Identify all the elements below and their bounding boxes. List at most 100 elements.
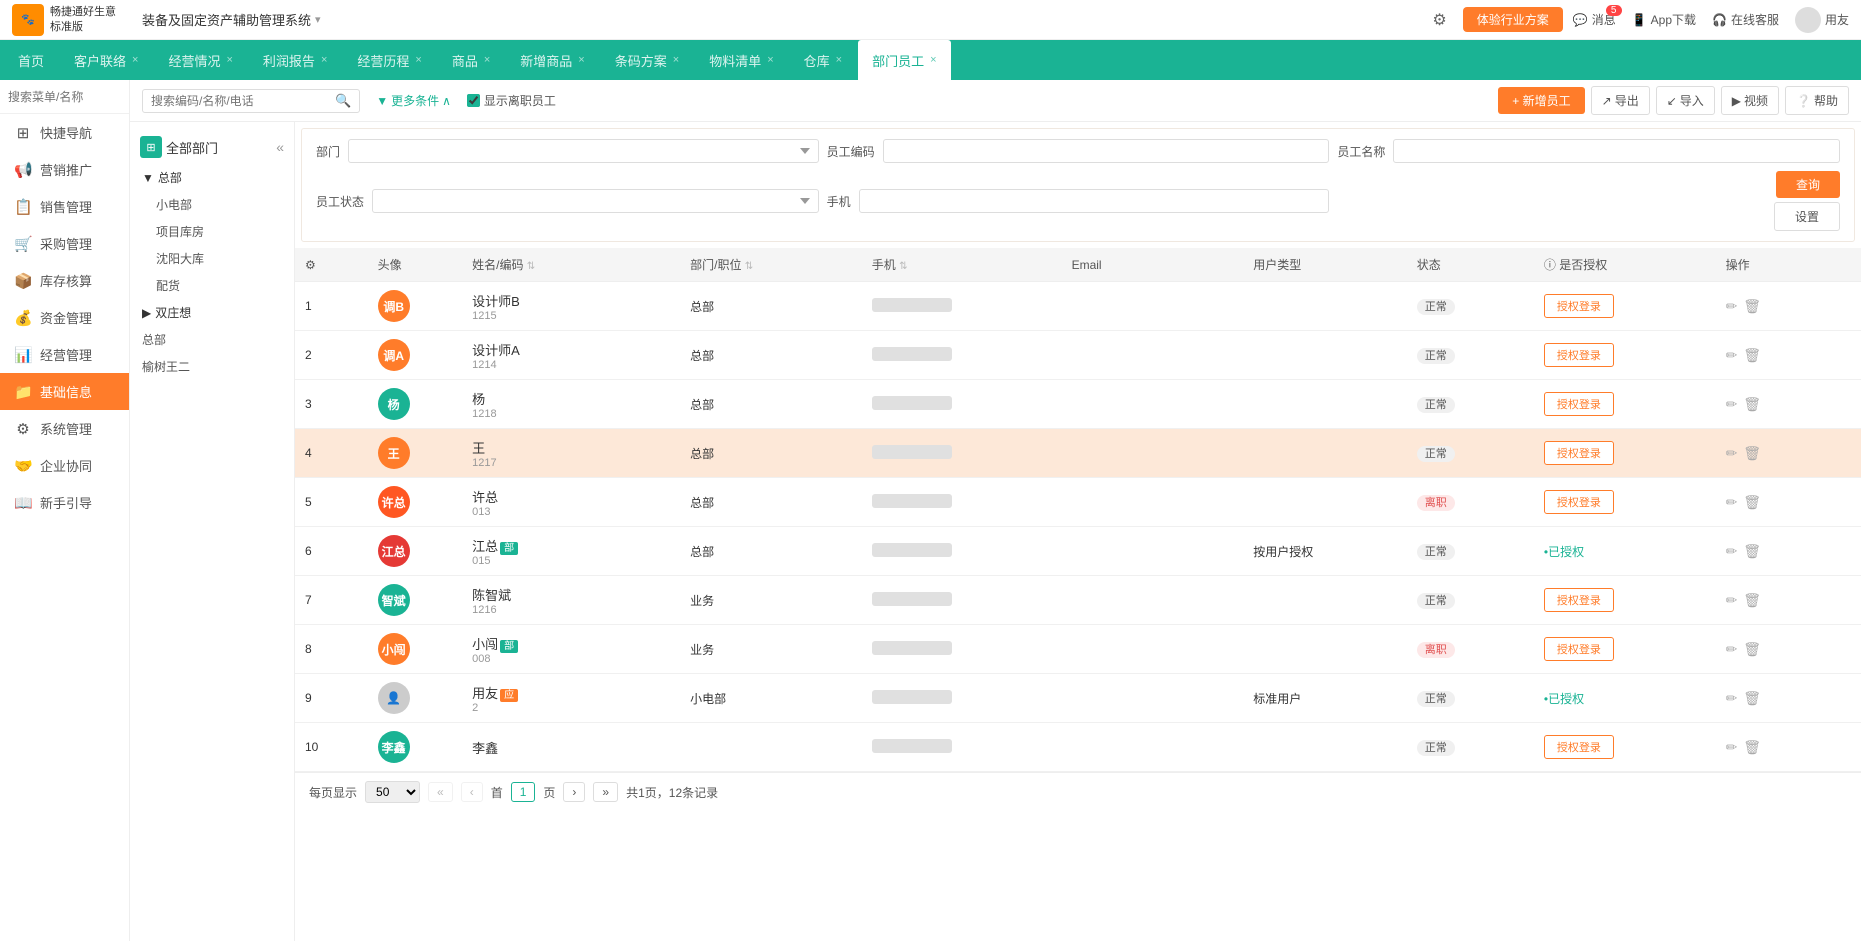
import-button[interactable]: ↙ 导入 bbox=[1656, 86, 1715, 115]
tab-customer[interactable]: 客户联络 × bbox=[60, 40, 152, 80]
dept-item-pumu[interactable]: 榆树王二 bbox=[134, 353, 290, 380]
sidebar-item-finance[interactable]: 💰 资金管理 bbox=[0, 299, 129, 336]
sidebar-item-guide[interactable]: 📖 新手引导 bbox=[0, 484, 129, 521]
filter-status-select[interactable] bbox=[372, 189, 819, 213]
tab-operations[interactable]: 经营情况 × bbox=[154, 40, 246, 80]
edit-button[interactable]: ✏ bbox=[1726, 445, 1738, 462]
auth-button[interactable]: 授权登录 bbox=[1544, 343, 1614, 367]
sidebar-item-system[interactable]: ⚙ 系统管理 bbox=[0, 410, 129, 447]
tab-bom[interactable]: 物料清单 × bbox=[695, 40, 787, 80]
search-input[interactable] bbox=[151, 94, 331, 108]
last-page-btn[interactable]: » bbox=[593, 782, 618, 802]
delete-button[interactable]: 🗑 bbox=[1743, 494, 1761, 511]
search-box[interactable]: 🔍 bbox=[142, 89, 360, 113]
auth-button[interactable]: 授权登录 bbox=[1544, 735, 1614, 759]
auth-button[interactable]: 授权登录 bbox=[1544, 588, 1614, 612]
edit-button[interactable]: ✏ bbox=[1726, 739, 1738, 756]
tab-home[interactable]: 首页 bbox=[4, 40, 58, 80]
more-filters-btn[interactable]: ▼ 更多条件 ∧ bbox=[368, 89, 459, 112]
show-resigned-checkbox[interactable]: 显示离职员工 bbox=[467, 92, 556, 109]
tab-goods[interactable]: 商品 × bbox=[438, 40, 504, 80]
dept-item-zongbu2[interactable]: 总部 bbox=[134, 326, 290, 353]
delete-button[interactable]: 🗑 bbox=[1743, 298, 1761, 315]
row-auth[interactable]: 授权登录 bbox=[1534, 723, 1716, 772]
trial-button[interactable]: 体验行业方案 bbox=[1463, 7, 1563, 32]
col-header-phone[interactable]: 手机 ⇅ bbox=[862, 248, 1062, 282]
prev-page-btn[interactable]: ‹ bbox=[461, 782, 483, 802]
sidebar-item-marketing[interactable]: 📢 营销推广 bbox=[0, 151, 129, 188]
tab-barcode-close[interactable]: × bbox=[673, 54, 679, 66]
filter-set-button[interactable]: 设置 bbox=[1774, 202, 1840, 231]
online-service-btn[interactable]: 🎧 在线客服 bbox=[1712, 11, 1779, 28]
tab-profit[interactable]: 利润报告 × bbox=[249, 40, 341, 80]
system-title[interactable]: 装备及固定资产辅助管理系统 ▾ bbox=[142, 10, 1416, 29]
tab-add-goods[interactable]: 新增商品 × bbox=[506, 40, 598, 80]
filter-empcode-input[interactable] bbox=[883, 139, 1330, 163]
auth-button[interactable]: 授权登录 bbox=[1544, 490, 1614, 514]
tab-warehouse[interactable]: 仓库 × bbox=[790, 40, 856, 80]
tab-department[interactable]: 部门员工 × bbox=[858, 40, 950, 80]
tab-warehouse-close[interactable]: × bbox=[836, 54, 842, 66]
sidebar-item-inventory[interactable]: 📦 库存核算 bbox=[0, 262, 129, 299]
message-btn[interactable]: 💬 消息 5 bbox=[1573, 11, 1616, 28]
tab-history[interactable]: 经营历程 × bbox=[343, 40, 435, 80]
delete-button[interactable]: 🗑 bbox=[1743, 347, 1761, 364]
tab-profit-close[interactable]: × bbox=[321, 54, 327, 66]
edit-button[interactable]: ✏ bbox=[1726, 641, 1738, 658]
sidebar-item-basic-info[interactable]: 📁 基础信息 bbox=[0, 373, 129, 410]
edit-button[interactable]: ✏ bbox=[1726, 347, 1738, 364]
help-button[interactable]: ❔ 帮助 bbox=[1785, 86, 1849, 115]
tab-barcode[interactable]: 条码方案 × bbox=[601, 40, 693, 80]
user-btn[interactable]: 用友 bbox=[1795, 7, 1849, 33]
dept-item-peihuo[interactable]: 配货 bbox=[148, 272, 290, 299]
delete-button[interactable]: 🗑 bbox=[1743, 690, 1761, 707]
collapse-btn[interactable]: « bbox=[276, 139, 284, 155]
app-download-btn[interactable]: 📱 App下载 bbox=[1632, 11, 1696, 28]
first-page-btn[interactable]: « bbox=[428, 782, 453, 802]
delete-button[interactable]: 🗑 bbox=[1743, 396, 1761, 413]
sidebar-item-operations[interactable]: 📊 经营管理 bbox=[0, 336, 129, 373]
filter-phone-input[interactable] bbox=[859, 189, 1330, 213]
dept-item-xiangmu[interactable]: 项目库房 bbox=[148, 218, 290, 245]
row-auth[interactable]: 授权登录 bbox=[1534, 380, 1716, 429]
row-auth[interactable]: 授权登录 bbox=[1534, 429, 1716, 478]
col-header-settings[interactable]: ⚙ bbox=[295, 248, 368, 282]
edit-button[interactable]: ✏ bbox=[1726, 592, 1738, 609]
tab-history-close[interactable]: × bbox=[415, 54, 421, 66]
edit-button[interactable]: ✏ bbox=[1726, 298, 1738, 315]
auth-button[interactable]: 授权登录 bbox=[1544, 441, 1614, 465]
sidebar-item-sales[interactable]: 📋 销售管理 bbox=[0, 188, 129, 225]
sidebar-item-quick-nav[interactable]: ⊞ 快捷导航 bbox=[0, 114, 129, 151]
sidebar-search[interactable]: 🔍 bbox=[0, 80, 129, 114]
delete-button[interactable]: 🗑 bbox=[1743, 592, 1761, 609]
add-employee-button[interactable]: + 新增员工 bbox=[1498, 87, 1584, 114]
row-auth[interactable]: 授权登录 bbox=[1534, 331, 1716, 380]
dept-tree-shuangzhuang[interactable]: ▶ 双庄想 bbox=[134, 299, 290, 326]
dept-tree-zongbu[interactable]: ▼ 总部 bbox=[134, 164, 290, 191]
page-size-select[interactable]: 50 100 bbox=[365, 781, 420, 803]
auth-button[interactable]: 授权登录 bbox=[1544, 294, 1614, 318]
filter-empname-input[interactable] bbox=[1393, 139, 1840, 163]
delete-button[interactable]: 🗑 bbox=[1743, 739, 1761, 756]
next-page-btn[interactable]: › bbox=[563, 782, 585, 802]
filter-search-button[interactable]: 查询 bbox=[1776, 171, 1840, 198]
row-auth[interactable]: 授权登录 bbox=[1534, 478, 1716, 527]
edit-button[interactable]: ✏ bbox=[1726, 396, 1738, 413]
row-auth[interactable]: 授权登录 bbox=[1534, 576, 1716, 625]
sidebar-item-purchase[interactable]: 🛒 采购管理 bbox=[0, 225, 129, 262]
tab-operations-close[interactable]: × bbox=[226, 54, 232, 66]
tab-customer-close[interactable]: × bbox=[132, 54, 138, 66]
dept-item-shenyang[interactable]: 沈阳大库 bbox=[148, 245, 290, 272]
tab-goods-close[interactable]: × bbox=[484, 54, 490, 66]
filter-dept-select[interactable] bbox=[348, 139, 819, 163]
auth-button[interactable]: 授权登录 bbox=[1544, 637, 1614, 661]
dept-item-xiaodiaobu[interactable]: 小电部 bbox=[148, 191, 290, 218]
edit-button[interactable]: ✏ bbox=[1726, 543, 1738, 560]
sidebar-item-cooperation[interactable]: 🤝 企业协同 bbox=[0, 447, 129, 484]
delete-button[interactable]: 🗑 bbox=[1743, 543, 1761, 560]
tab-department-close[interactable]: × bbox=[930, 54, 936, 66]
edit-button[interactable]: ✏ bbox=[1726, 494, 1738, 511]
view-button[interactable]: ▶ 视频 bbox=[1721, 86, 1779, 115]
row-auth[interactable]: 授权登录 bbox=[1534, 625, 1716, 674]
col-header-dept[interactable]: 部门/职位 ⇅ bbox=[680, 248, 862, 282]
